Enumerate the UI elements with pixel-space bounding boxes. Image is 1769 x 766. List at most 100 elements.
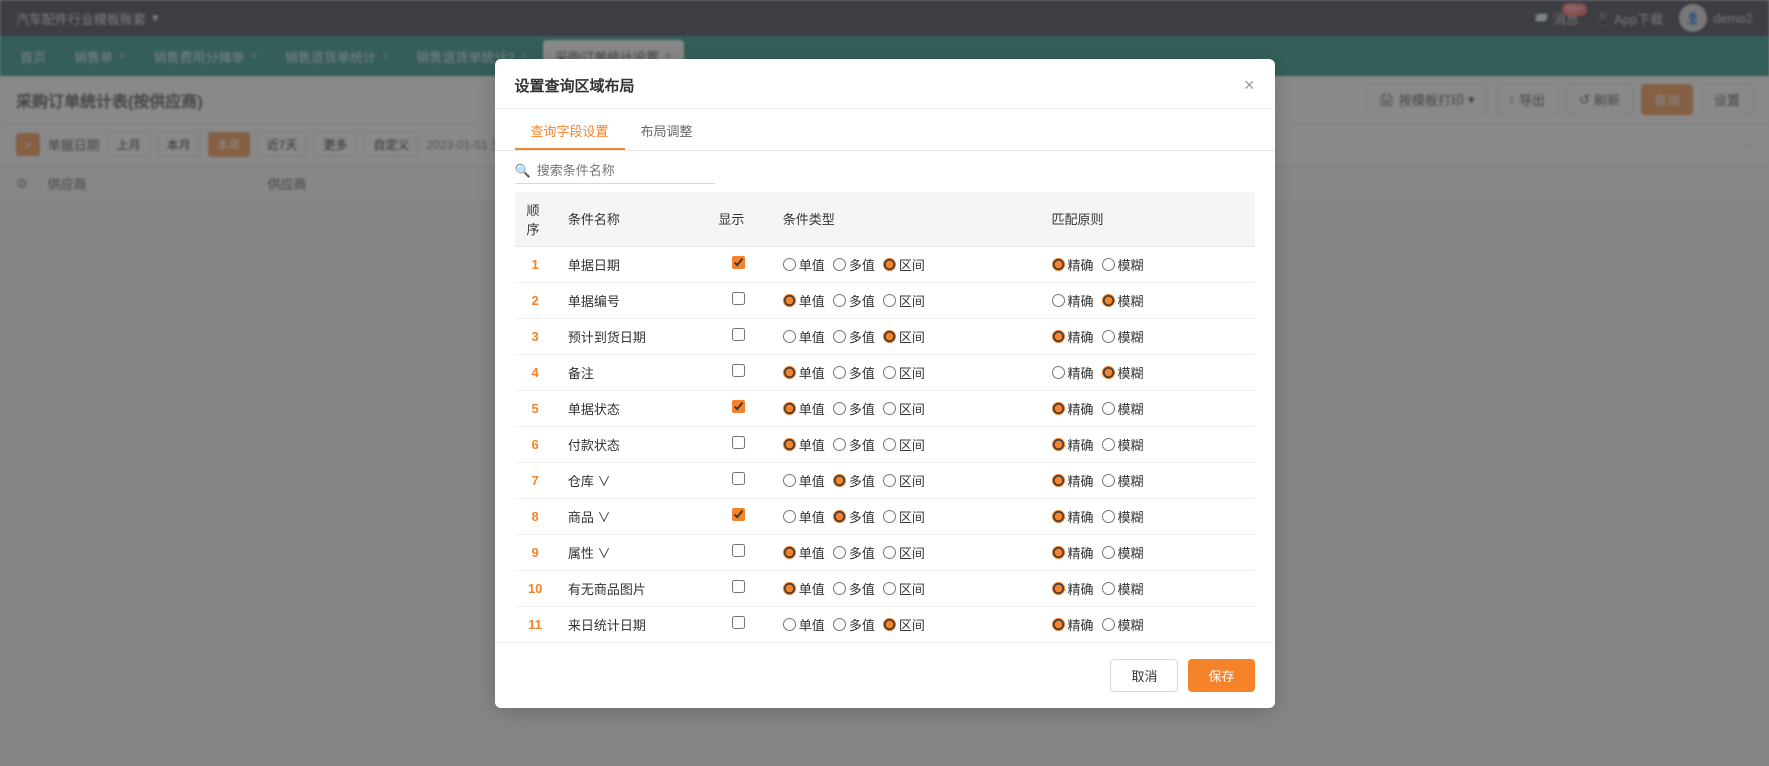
match-fuzzy-radio[interactable] <box>1102 618 1115 631</box>
tab-layout-adjust[interactable]: 布局调整 <box>625 113 709 150</box>
type-range-radio-item[interactable]: 区间 <box>883 507 925 526</box>
type-multi-radio[interactable] <box>833 438 846 451</box>
type-range-radio-item[interactable]: 区间 <box>883 579 925 598</box>
type-single-radio[interactable] <box>783 258 796 271</box>
row-display[interactable] <box>706 606 770 642</box>
row-display[interactable] <box>706 390 770 426</box>
type-multi-radio-item[interactable]: 多值 <box>833 327 875 346</box>
type-multi-radio[interactable] <box>833 366 846 379</box>
type-range-radio[interactable] <box>883 438 896 451</box>
match-exact-radio-item[interactable]: 精确 <box>1052 363 1094 382</box>
type-single-radio-item[interactable]: 单值 <box>783 363 825 382</box>
match-fuzzy-radio-item[interactable]: 模糊 <box>1102 615 1144 634</box>
type-single-radio[interactable] <box>783 474 796 487</box>
match-exact-radio-item[interactable]: 精确 <box>1052 507 1094 526</box>
type-range-radio-item[interactable]: 区间 <box>883 255 925 274</box>
type-single-radio-item[interactable]: 单值 <box>783 399 825 418</box>
type-single-radio[interactable] <box>783 294 796 307</box>
match-fuzzy-radio[interactable] <box>1102 258 1115 271</box>
match-fuzzy-radio[interactable] <box>1102 474 1115 487</box>
type-single-radio[interactable] <box>783 510 796 523</box>
row-display[interactable] <box>706 570 770 606</box>
display-checkbox[interactable] <box>732 256 745 269</box>
type-range-radio-item[interactable]: 区间 <box>883 327 925 346</box>
type-multi-radio-item[interactable]: 多值 <box>833 507 875 526</box>
match-exact-radio-item[interactable]: 精确 <box>1052 291 1094 310</box>
type-multi-radio-item[interactable]: 多值 <box>833 615 875 634</box>
type-range-radio[interactable] <box>883 546 896 559</box>
type-range-radio[interactable] <box>883 258 896 271</box>
match-exact-radio[interactable] <box>1052 474 1065 487</box>
save-button[interactable]: 保存 <box>1188 659 1254 692</box>
match-fuzzy-radio[interactable] <box>1102 294 1115 307</box>
cancel-button[interactable]: 取消 <box>1110 659 1178 692</box>
type-range-radio[interactable] <box>883 366 896 379</box>
row-display[interactable] <box>706 354 770 390</box>
match-fuzzy-radio-item[interactable]: 模糊 <box>1102 435 1144 454</box>
match-fuzzy-radio-item[interactable]: 模糊 <box>1102 543 1144 562</box>
match-exact-radio-item[interactable]: 精确 <box>1052 399 1094 418</box>
type-multi-radio[interactable] <box>833 294 846 307</box>
match-exact-radio-item[interactable]: 精确 <box>1052 327 1094 346</box>
display-checkbox[interactable] <box>732 580 745 593</box>
type-single-radio[interactable] <box>783 438 796 451</box>
type-single-radio[interactable] <box>783 618 796 631</box>
type-multi-radio-item[interactable]: 多值 <box>833 471 875 490</box>
type-single-radio[interactable] <box>783 366 796 379</box>
display-checkbox[interactable] <box>732 400 745 413</box>
type-multi-radio-item[interactable]: 多值 <box>833 543 875 562</box>
row-display[interactable] <box>706 318 770 354</box>
type-range-radio[interactable] <box>883 582 896 595</box>
type-range-radio-item[interactable]: 区间 <box>883 615 925 634</box>
match-exact-radio[interactable] <box>1052 402 1065 415</box>
match-exact-radio-item[interactable]: 精确 <box>1052 435 1094 454</box>
match-fuzzy-radio-item[interactable]: 模糊 <box>1102 507 1144 526</box>
type-single-radio-item[interactable]: 单值 <box>783 471 825 490</box>
type-range-radio-item[interactable]: 区间 <box>883 291 925 310</box>
type-multi-radio[interactable] <box>833 258 846 271</box>
match-exact-radio-item[interactable]: 精确 <box>1052 543 1094 562</box>
type-single-radio-item[interactable]: 单值 <box>783 255 825 274</box>
match-fuzzy-radio[interactable] <box>1102 510 1115 523</box>
row-display[interactable] <box>706 426 770 462</box>
match-exact-radio[interactable] <box>1052 294 1065 307</box>
display-checkbox[interactable] <box>732 616 745 629</box>
tab-query-fields[interactable]: 查询字段设置 <box>515 113 625 150</box>
type-single-radio-item[interactable]: 单值 <box>783 291 825 310</box>
match-fuzzy-radio[interactable] <box>1102 402 1115 415</box>
match-exact-radio[interactable] <box>1052 366 1065 379</box>
type-range-radio[interactable] <box>883 618 896 631</box>
type-single-radio-item[interactable]: 单值 <box>783 579 825 598</box>
type-multi-radio-item[interactable]: 多值 <box>833 291 875 310</box>
type-multi-radio[interactable] <box>833 330 846 343</box>
type-single-radio-item[interactable]: 单值 <box>783 435 825 454</box>
type-single-radio-item[interactable]: 单值 <box>783 543 825 562</box>
type-single-radio-item[interactable]: 单值 <box>783 615 825 634</box>
type-range-radio-item[interactable]: 区间 <box>883 363 925 382</box>
display-checkbox[interactable] <box>732 364 745 377</box>
display-checkbox[interactable] <box>732 328 745 341</box>
type-range-radio[interactable] <box>883 330 896 343</box>
type-multi-radio[interactable] <box>833 474 846 487</box>
match-fuzzy-radio-item[interactable]: 模糊 <box>1102 363 1144 382</box>
type-single-radio[interactable] <box>783 330 796 343</box>
display-checkbox[interactable] <box>732 544 745 557</box>
type-multi-radio-item[interactable]: 多值 <box>833 255 875 274</box>
match-exact-radio-item[interactable]: 精确 <box>1052 255 1094 274</box>
match-exact-radio[interactable] <box>1052 330 1065 343</box>
type-single-radio[interactable] <box>783 546 796 559</box>
match-exact-radio[interactable] <box>1052 438 1065 451</box>
match-exact-radio[interactable] <box>1052 546 1065 559</box>
type-multi-radio[interactable] <box>833 546 846 559</box>
display-checkbox[interactable] <box>732 508 745 521</box>
type-single-radio-item[interactable]: 单值 <box>783 507 825 526</box>
type-single-radio[interactable] <box>783 582 796 595</box>
display-checkbox[interactable] <box>732 292 745 305</box>
display-checkbox[interactable] <box>732 472 745 485</box>
type-range-radio-item[interactable]: 区间 <box>883 471 925 490</box>
type-multi-radio[interactable] <box>833 618 846 631</box>
match-exact-radio-item[interactable]: 精确 <box>1052 615 1094 634</box>
search-input[interactable] <box>537 163 715 178</box>
match-fuzzy-radio-item[interactable]: 模糊 <box>1102 255 1144 274</box>
row-display[interactable] <box>706 498 770 534</box>
